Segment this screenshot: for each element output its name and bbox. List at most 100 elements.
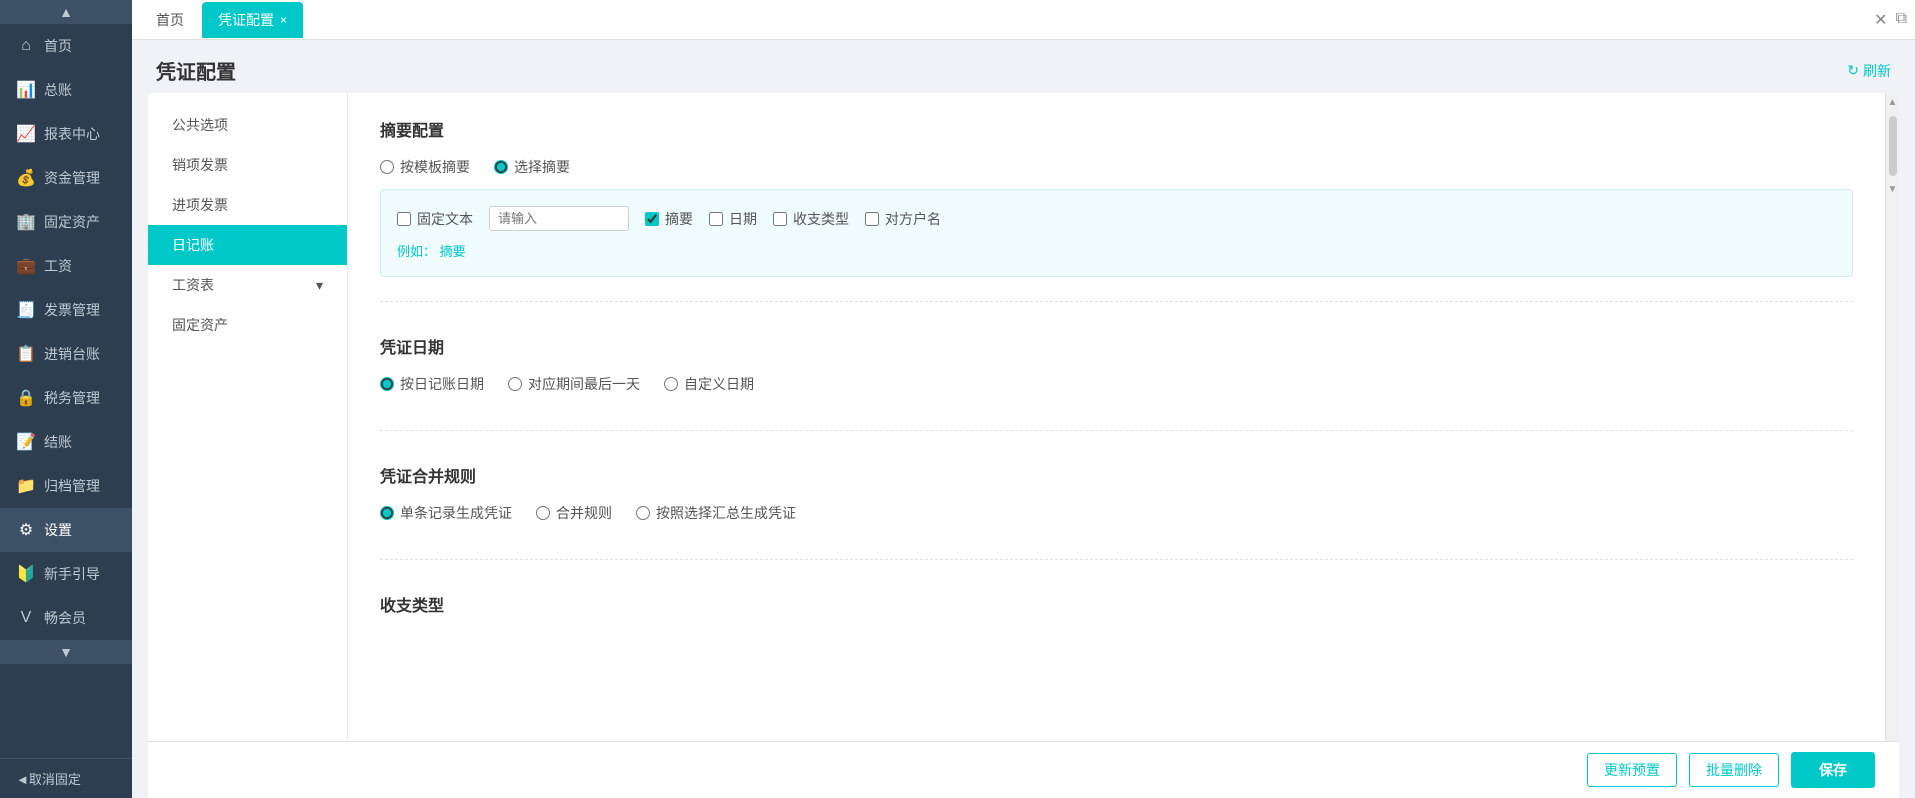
payroll-icon: 💼	[16, 256, 36, 276]
left-nav-payslip[interactable]: 工资表 ▾	[148, 265, 347, 305]
radio-last-day-label[interactable]: 对应期间最后一天	[508, 374, 640, 394]
trade-icon: 📋	[16, 344, 36, 364]
tab-voucher-config[interactable]: 凭证配置 ×	[202, 2, 303, 38]
close-accounts-icon: 📝	[16, 432, 36, 452]
merge-rules-radio-group: 单条记录生成凭证 合并规则 按照选择汇总生成凭证	[380, 503, 1853, 523]
archive-icon: 📁	[16, 476, 36, 496]
checkbox-fixed-text-input[interactable]	[397, 212, 411, 226]
sidebar-item-reports[interactable]: 📈 报表中心	[0, 112, 132, 156]
radio-select-input[interactable]	[494, 160, 508, 174]
summary-config-box: 固定文本 摘要 日期	[380, 189, 1853, 277]
left-nav-purchase[interactable]: 进项发票	[148, 185, 347, 225]
scrollbar-track[interactable]: ▲ ▼	[1885, 93, 1899, 741]
summary-radio-group: 按模板摘要 选择摘要	[380, 157, 1853, 177]
sidebar-item-tax[interactable]: 🔒 税务管理	[0, 376, 132, 420]
sidebar-item-invoice[interactable]: 🧾 发票管理	[0, 288, 132, 332]
merge-rules-section: 凭证合并规则 单条记录生成凭证 合并规则	[380, 463, 1853, 560]
checkbox-counterparty-input[interactable]	[865, 212, 879, 226]
sidebar-item-funds[interactable]: 💰 资金管理	[0, 156, 132, 200]
tab-close-button[interactable]: ×	[280, 13, 287, 27]
radio-last-day-input[interactable]	[508, 377, 522, 391]
window-close-icon[interactable]: ✕	[1874, 10, 1887, 30]
sidebar-item-ledger[interactable]: 📊 总账	[0, 68, 132, 112]
scroll-thumb[interactable]	[1889, 116, 1897, 176]
sidebar-scroll-down[interactable]: ▼	[0, 640, 132, 664]
checkbox-summary-label[interactable]: 摘要	[645, 209, 693, 229]
voucher-date-radio-group: 按日记账日期 对应期间最后一天 自定义日期	[380, 374, 1853, 394]
checkbox-date-label[interactable]: 日期	[709, 209, 757, 229]
member-icon: V	[16, 609, 36, 627]
content-wrapper: 凭证配置 ↻ 刷新 公共选项 销项发票 进项发票 日记账	[132, 40, 1915, 798]
refresh-button[interactable]: ↻ 刷新	[1847, 61, 1891, 81]
left-nav-fixed-assets[interactable]: 固定资产	[148, 305, 347, 345]
update-preview-button[interactable]: 更新预置	[1587, 753, 1677, 787]
assets-icon: 🏢	[16, 212, 36, 232]
radio-template-input[interactable]	[380, 160, 394, 174]
sidebar-item-settings[interactable]: ⚙ 设置	[0, 508, 132, 552]
sidebar-item-archive[interactable]: 📁 归档管理	[0, 464, 132, 508]
sidebar-item-member[interactable]: V 畅会员	[0, 596, 132, 640]
radio-select-merge-input[interactable]	[636, 506, 650, 520]
guide-icon: 🔰	[16, 564, 36, 584]
reports-icon: 📈	[16, 124, 36, 144]
scroll-up-arrow[interactable]: ▲	[1888, 93, 1898, 112]
funds-icon: 💰	[16, 168, 36, 188]
summary-config-title: 摘要配置	[380, 117, 1853, 141]
sidebar-scroll-up[interactable]: ▲	[0, 0, 132, 24]
left-nav: 公共选项 销项发票 进项发票 日记账 工资表 ▾ 固定资产	[148, 93, 348, 741]
right-content: 摘要配置 按模板摘要 选择摘要	[348, 93, 1885, 741]
checkbox-summary-input[interactable]	[645, 212, 659, 226]
radio-merge-input[interactable]	[536, 506, 550, 520]
checkbox-income-expense-input[interactable]	[773, 212, 787, 226]
radio-template-label[interactable]: 按模板摘要	[380, 157, 470, 177]
tab-bar: 首页 凭证配置 × ✕ ⧉	[132, 0, 1915, 40]
sidebar-item-trade[interactable]: 📋 进销台账	[0, 332, 132, 376]
summary-config-section: 摘要配置 按模板摘要 选择摘要	[380, 117, 1853, 302]
sidebar-item-assets[interactable]: 🏢 固定资产	[0, 200, 132, 244]
radio-merge-label[interactable]: 合并规则	[536, 503, 612, 523]
checkbox-date-input[interactable]	[709, 212, 723, 226]
refresh-icon: ↻	[1847, 62, 1859, 79]
sidebar-item-home[interactable]: ⌂ 首页	[0, 24, 132, 68]
payslip-expand-icon: ▾	[316, 277, 323, 294]
sidebar-item-close[interactable]: 📝 结账	[0, 420, 132, 464]
radio-single-label[interactable]: 单条记录生成凭证	[380, 503, 512, 523]
tax-icon: 🔒	[16, 388, 36, 408]
checkbox-counterparty-label[interactable]: 对方户名	[865, 209, 941, 229]
window-restore-icon[interactable]: ⧉	[1896, 10, 1907, 30]
radio-custom-date-input[interactable]	[664, 377, 678, 391]
example-text: 例如： 摘要	[397, 241, 1836, 260]
page-title: 凭证配置	[156, 56, 236, 85]
sidebar-unpin-button[interactable]: ◄取消固定	[0, 758, 132, 798]
body-layout: 公共选项 销项发票 进项发票 日记账 工资表 ▾ 固定资产	[148, 93, 1899, 741]
scroll-down-arrow[interactable]: ▼	[1888, 180, 1898, 199]
sidebar-item-payroll[interactable]: 💼 工资	[0, 244, 132, 288]
sidebar-item-guide[interactable]: 🔰 新手引导	[0, 552, 132, 596]
radio-single-input[interactable]	[380, 506, 394, 520]
radio-journal-date-label[interactable]: 按日记账日期	[380, 374, 484, 394]
sidebar: ▲ ⌂ 首页 📊 总账 📈 报表中心 💰 资金管理 🏢 固定资产 💼 工资 🧾 …	[0, 0, 132, 798]
batch-delete-button[interactable]: 批量删除	[1689, 753, 1779, 787]
fixed-text-input[interactable]	[489, 206, 629, 231]
checkbox-income-expense-label[interactable]: 收支类型	[773, 209, 849, 229]
left-nav-public[interactable]: 公共选项	[148, 105, 347, 145]
checkbox-fixed-text-label[interactable]: 固定文本	[397, 209, 473, 229]
left-nav-sales[interactable]: 销项发票	[148, 145, 347, 185]
income-expense-title: 收支类型	[380, 592, 1853, 616]
ledger-icon: 📊	[16, 80, 36, 100]
radio-select-label[interactable]: 选择摘要	[494, 157, 570, 177]
tab-home[interactable]: 首页	[140, 2, 200, 38]
radio-select-merge-label[interactable]: 按照选择汇总生成凭证	[636, 503, 796, 523]
invoice-icon: 🧾	[16, 300, 36, 320]
save-button[interactable]: 保存	[1791, 752, 1875, 788]
radio-custom-date-label[interactable]: 自定义日期	[664, 374, 754, 394]
voucher-date-section: 凭证日期 按日记账日期 对应期间最后一天	[380, 334, 1853, 431]
checkbox-row: 固定文本 摘要 日期	[397, 206, 1836, 231]
page-header: 凭证配置 ↻ 刷新	[132, 40, 1915, 93]
bottom-bar: 更新预置 批量删除 保存	[148, 741, 1899, 798]
income-expense-section: 收支类型	[380, 592, 1853, 656]
left-nav-journal[interactable]: 日记账	[148, 225, 347, 265]
settings-icon: ⚙	[16, 520, 36, 540]
home-icon: ⌂	[16, 37, 36, 55]
radio-journal-date-input[interactable]	[380, 377, 394, 391]
